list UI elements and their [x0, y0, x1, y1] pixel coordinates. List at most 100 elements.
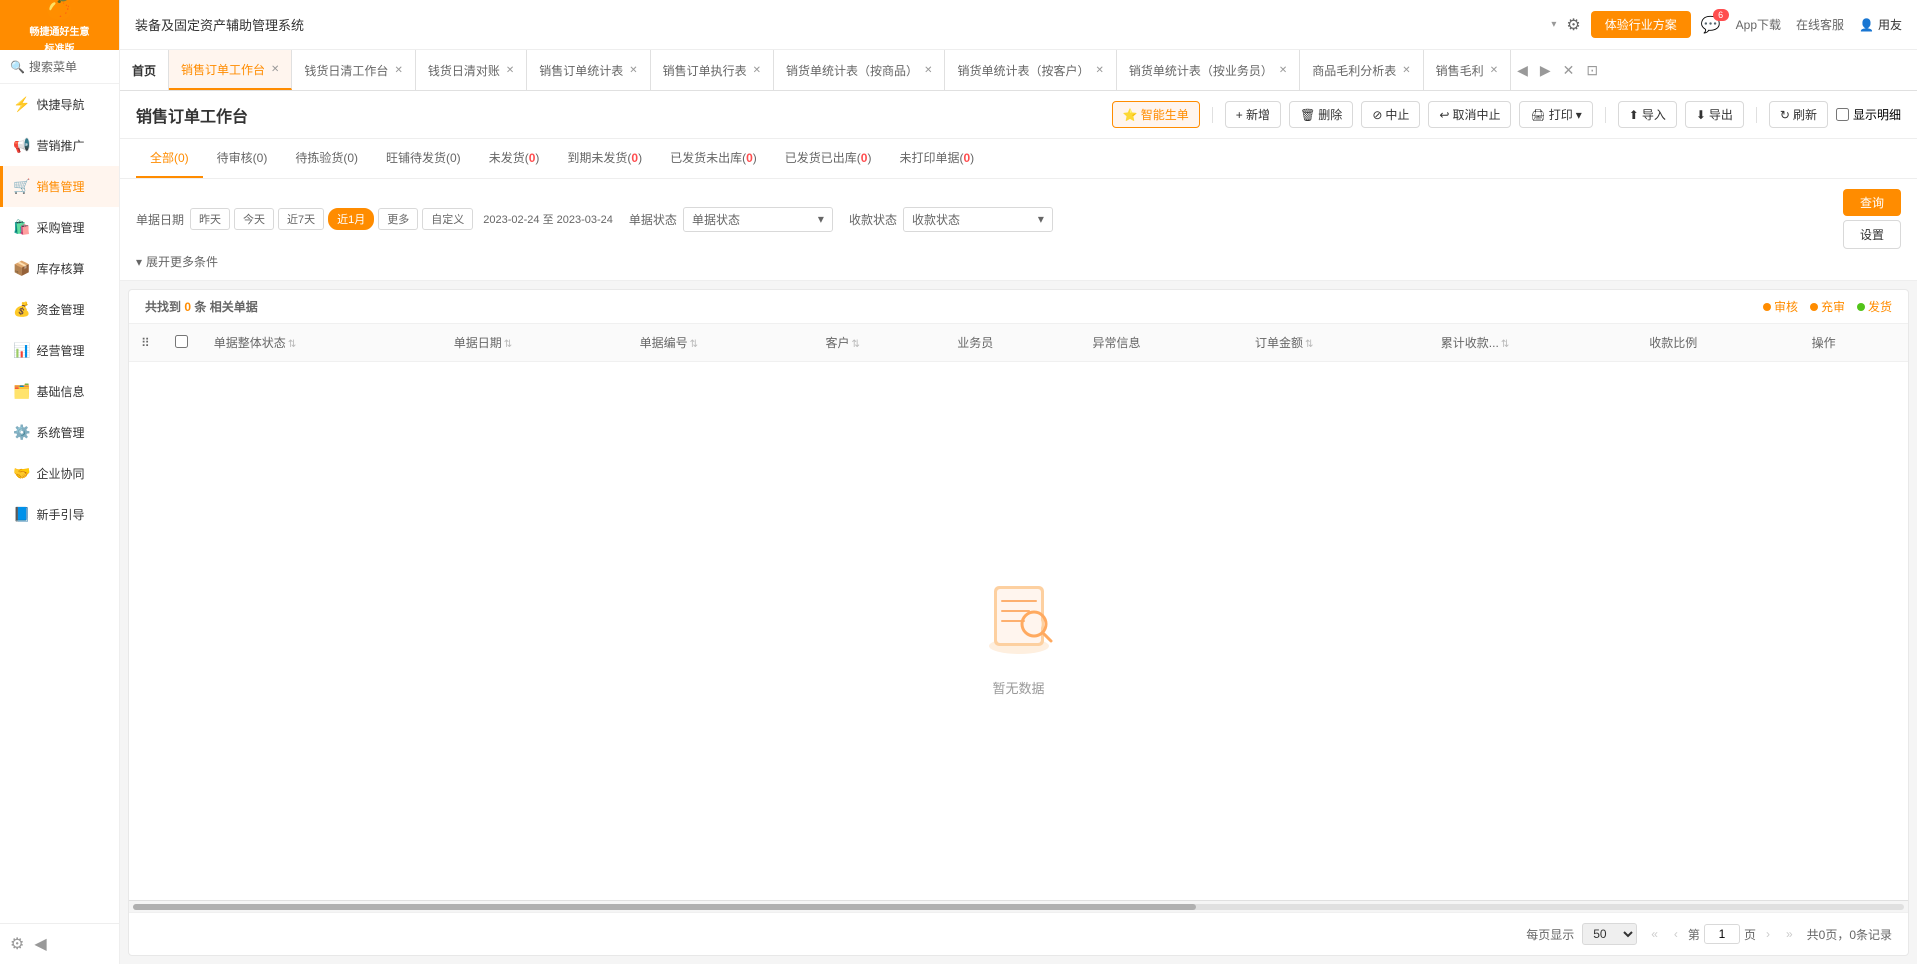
th-ratio: 收款比例	[1637, 324, 1799, 362]
sub-tab-shipped-out-warehouse[interactable]: 已发货已出库(0)	[771, 139, 886, 178]
sub-tab-expired-not-shipped[interactable]: 到期未发货(0)	[553, 139, 656, 178]
tab-nav-prev[interactable]: ◀	[1511, 50, 1534, 90]
sidebar-item-finance[interactable]: 💰资金管理	[0, 289, 119, 330]
payment-filter-select[interactable]: 收款状态 ▾	[903, 207, 1053, 232]
filter-area: 单据日期 昨天今天近7天近1月更多自定义 2023-02-24 至 2023-0…	[120, 179, 1917, 281]
export-button[interactable]: ⬇ 导出	[1685, 101, 1744, 128]
tab-sales-order-workbench[interactable]: 销售订单工作台✕	[169, 50, 292, 90]
star-icon: ⭐	[1123, 108, 1138, 122]
tab-home[interactable]: 首页	[120, 50, 169, 90]
smart-create-label: 智能生单	[1141, 106, 1189, 123]
tab-close-sales-stats-by-staff[interactable]: ✕	[1279, 65, 1287, 76]
industry-solution-button[interactable]: 体验行业方案	[1591, 11, 1691, 38]
delete-label: 删除	[1318, 106, 1342, 123]
settings-icon[interactable]: ⚙	[10, 934, 24, 954]
tab-close-sales-stats-by-product[interactable]: ✕	[924, 65, 932, 76]
nav-label-corp: 企业协同	[36, 465, 84, 482]
tab-sales-stats-by-customer[interactable]: 销货单统计表（按客户）✕	[945, 50, 1116, 90]
select-all-checkbox[interactable]	[175, 335, 188, 348]
sidebar-item-corp[interactable]: 🤝企业协同	[0, 453, 119, 494]
sidebar-item-sales[interactable]: 🛒销售管理	[0, 166, 119, 207]
sub-tab-all[interactable]: 全部(0)	[136, 139, 203, 178]
message-icon[interactable]: 💬 6	[1701, 15, 1721, 35]
status-filter-select[interactable]: 单据状态 ▾	[683, 207, 833, 232]
app-download-link[interactable]: App下载	[1736, 16, 1781, 33]
sub-tab-shipped-not-in-warehouse[interactable]: 已发货未出库(0)	[656, 139, 771, 178]
payment-filter: 收款状态 收款状态 ▾	[849, 207, 1053, 232]
cancel-stop-button[interactable]: ↩ 取消中止	[1428, 101, 1511, 128]
sidebar-item-guide[interactable]: 📘新手引导	[0, 494, 119, 535]
print-button[interactable]: 🖨 打印 ▾	[1519, 101, 1592, 128]
tab-close-sales-stats-by-customer[interactable]: ✕	[1095, 65, 1103, 76]
tab-gross-profit-analysis[interactable]: 商品毛利分析表 ✕	[1300, 50, 1423, 90]
stop-button[interactable]: ⊘ 中止	[1361, 101, 1420, 128]
first-page-button[interactable]: «	[1645, 925, 1664, 943]
show-detail-checkbox[interactable]	[1836, 108, 1849, 121]
date-btn-yesterday[interactable]: 昨天	[190, 208, 230, 230]
tab-cash-goods-reconcile[interactable]: 钱货日清对账✕	[416, 50, 527, 90]
date-btn-last7[interactable]: 近7天	[278, 208, 324, 230]
add-button[interactable]: + 新增	[1225, 101, 1281, 128]
page-number-input[interactable]	[1704, 924, 1740, 944]
online-service-link[interactable]: 在线客服	[1796, 16, 1844, 33]
sub-tab-wangpu-pending-ship[interactable]: 旺铺待发货(0)	[372, 139, 475, 178]
tab-close-sales-order-stats[interactable]: ✕	[629, 65, 637, 76]
tab-close-gross-profit-analysis[interactable]: ✕	[1402, 65, 1410, 76]
sidebar-item-system[interactable]: ⚙️系统管理	[0, 412, 119, 453]
tab-cash-daily-workbench[interactable]: 钱货日清工作台✕	[292, 50, 415, 90]
system-title-dropdown[interactable]: ▾	[1551, 19, 1556, 30]
tab-sales-order-stats[interactable]: 销售订单统计表✕	[527, 50, 650, 90]
date-btn-today[interactable]: 今天	[234, 208, 274, 230]
batch-audit-button[interactable]: 审核	[1763, 298, 1798, 315]
sidebar-item-inventory[interactable]: 📦库存核算	[0, 248, 119, 289]
tab-close-sales-order-exec[interactable]: ✕	[753, 65, 761, 76]
sidebar-item-base-info[interactable]: 🗂️基础信息	[0, 371, 119, 412]
prev-page-button[interactable]: ‹	[1668, 925, 1684, 943]
tab-sales-stats-by-staff[interactable]: 销货单统计表（按业务员）✕	[1117, 50, 1300, 90]
last-page-button[interactable]: »	[1780, 925, 1799, 943]
sub-tab-pending-review[interactable]: 待审核(0)	[203, 139, 282, 178]
date-btn-last1month[interactable]: 近1月	[328, 208, 374, 230]
tab-label-gross-profit-analysis: 商品毛利分析表	[1312, 62, 1396, 79]
tab-close-sales-gross[interactable]: ✕	[1490, 65, 1498, 76]
page-actions: ⭐ 智能生单 + 新增 🗑 删除 ⊘ 中止 ↩ 取消中止	[1112, 101, 1901, 128]
expand-filter-button[interactable]: ▾ 展开更多条件	[136, 253, 1901, 270]
tab-sales-gross[interactable]: 销售毛利✕	[1424, 50, 1511, 90]
tab-nav-next[interactable]: ▶	[1534, 50, 1557, 90]
th-abnormal: 异常信息	[1081, 324, 1243, 362]
smart-create-button[interactable]: ⭐ 智能生单	[1112, 101, 1200, 128]
tab-close-sales-order-workbench[interactable]: ✕	[271, 64, 279, 75]
sidebar-item-operations[interactable]: 📊经营管理	[0, 330, 119, 371]
show-detail-checkbox-wrapper[interactable]: 显示明细	[1836, 106, 1901, 123]
batch-cancel-audit-button[interactable]: 充审	[1810, 298, 1845, 315]
set-button[interactable]: 设置	[1843, 220, 1901, 249]
next-page-button[interactable]: ›	[1760, 925, 1776, 943]
delete-button[interactable]: 🗑 删除	[1289, 101, 1353, 128]
page-size-select[interactable]: 50 10 20 100	[1582, 923, 1637, 945]
sub-tab-not-printed[interactable]: 未打印单据(0)	[885, 139, 988, 178]
tab-close-cash-daily-workbench[interactable]: ✕	[394, 65, 402, 76]
tab-expand[interactable]: ⊡	[1580, 50, 1604, 90]
refresh-button[interactable]: ↻ 刷新	[1769, 101, 1828, 128]
scrollbar-track	[133, 904, 1904, 910]
sidebar-item-marketing[interactable]: 📢营销推广	[0, 125, 119, 166]
batch-ship-button[interactable]: 发货	[1857, 298, 1892, 315]
search-button[interactable]: 查询	[1843, 189, 1901, 216]
tab-sales-stats-by-product[interactable]: 销货单统计表（按商品）✕	[774, 50, 945, 90]
sidebar-item-quick-nav[interactable]: ⚡快捷导航	[0, 84, 119, 125]
search-menu-label: 搜索菜单	[29, 58, 77, 75]
date-btn-custom[interactable]: 自定义	[422, 208, 473, 230]
collapse-icon[interactable]: ◀	[34, 934, 46, 954]
import-button[interactable]: ⬆ 导入	[1618, 101, 1677, 128]
tab-close-cash-goods-reconcile[interactable]: ✕	[506, 65, 514, 76]
date-btn-more[interactable]: 更多	[378, 208, 418, 230]
sidebar-item-purchase[interactable]: 🛍️采购管理	[0, 207, 119, 248]
horizontal-scrollbar[interactable]	[129, 900, 1908, 912]
user-menu[interactable]: 👤 用友	[1859, 16, 1902, 33]
sub-tab-pending-inspection[interactable]: 待拣验货(0)	[281, 139, 372, 178]
tab-sales-order-exec[interactable]: 销售订单执行表✕	[651, 50, 774, 90]
sub-tab-not-shipped[interactable]: 未发货(0)	[475, 139, 554, 178]
gear-icon[interactable]: ⚙	[1566, 15, 1580, 35]
search-menu-button[interactable]: 🔍 搜索菜单	[0, 50, 119, 84]
tab-close-all[interactable]: ✕	[1557, 50, 1581, 90]
